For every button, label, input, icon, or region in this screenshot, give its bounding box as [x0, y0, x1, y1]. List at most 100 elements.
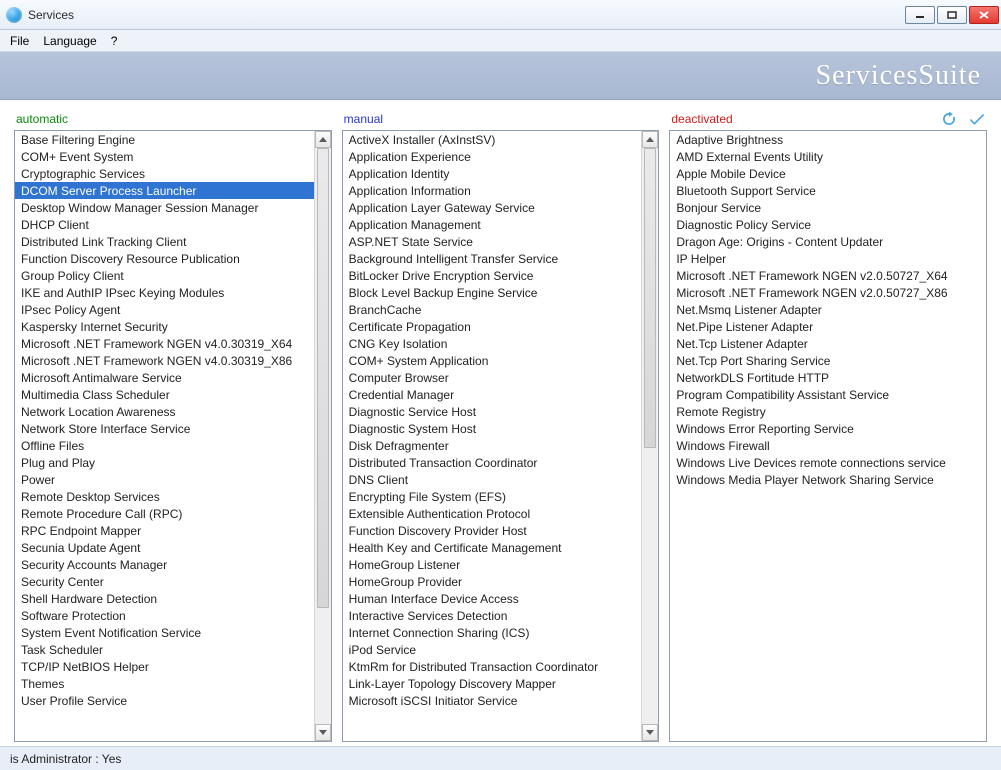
list-item[interactable]: Bonjour Service: [670, 199, 986, 216]
list-item[interactable]: Distributed Transaction Coordinator: [343, 454, 642, 471]
close-button[interactable]: [969, 6, 999, 24]
scroll-thumb[interactable]: [317, 148, 329, 608]
list-item[interactable]: Function Discovery Resource Publication: [15, 250, 314, 267]
list-item[interactable]: Net.Pipe Listener Adapter: [670, 318, 986, 335]
list-item[interactable]: NetworkDLS Fortitude HTTP: [670, 369, 986, 386]
list-item[interactable]: CNG Key Isolation: [343, 335, 642, 352]
apply-check-icon[interactable]: [967, 109, 987, 129]
list-item[interactable]: BitLocker Drive Encryption Service: [343, 267, 642, 284]
scroll-track[interactable]: [642, 148, 658, 724]
menu-language[interactable]: Language: [43, 34, 96, 48]
list-item[interactable]: Remote Registry: [670, 403, 986, 420]
list-item[interactable]: Secunia Update Agent: [15, 539, 314, 556]
list-item[interactable]: Net.Tcp Listener Adapter: [670, 335, 986, 352]
list-item[interactable]: Plug and Play: [15, 454, 314, 471]
refresh-icon[interactable]: [939, 109, 959, 129]
list-item[interactable]: Diagnostic Policy Service: [670, 216, 986, 233]
list-item[interactable]: Computer Browser: [343, 369, 642, 386]
list-item[interactable]: Diagnostic System Host: [343, 420, 642, 437]
list-item[interactable]: COM+ Event System: [15, 148, 314, 165]
list-item[interactable]: AMD External Events Utility: [670, 148, 986, 165]
list-item[interactable]: Internet Connection Sharing (ICS): [343, 624, 642, 641]
list-item[interactable]: Encrypting File System (EFS): [343, 488, 642, 505]
scrollbar-manual[interactable]: [641, 131, 658, 741]
list-item[interactable]: User Profile Service: [15, 692, 314, 709]
list-item[interactable]: Application Identity: [343, 165, 642, 182]
list-item[interactable]: Background Intelligent Transfer Service: [343, 250, 642, 267]
list-item[interactable]: Offline Files: [15, 437, 314, 454]
list-item[interactable]: Net.Msmq Listener Adapter: [670, 301, 986, 318]
list-item[interactable]: Network Location Awareness: [15, 403, 314, 420]
scrollbar-automatic[interactable]: [314, 131, 331, 741]
list-item[interactable]: Certificate Propagation: [343, 318, 642, 335]
list-item[interactable]: HomeGroup Provider: [343, 573, 642, 590]
list-item[interactable]: Block Level Backup Engine Service: [343, 284, 642, 301]
list-item[interactable]: Distributed Link Tracking Client: [15, 233, 314, 250]
maximize-button[interactable]: [937, 6, 967, 24]
list-item[interactable]: IP Helper: [670, 250, 986, 267]
list-item[interactable]: Application Layer Gateway Service: [343, 199, 642, 216]
list-item[interactable]: DNS Client: [343, 471, 642, 488]
list-item[interactable]: Microsoft .NET Framework NGEN v2.0.50727…: [670, 284, 986, 301]
list-item[interactable]: Application Information: [343, 182, 642, 199]
list-item[interactable]: Extensible Authentication Protocol: [343, 505, 642, 522]
list-item[interactable]: Function Discovery Provider Host: [343, 522, 642, 539]
list-item[interactable]: BranchCache: [343, 301, 642, 318]
list-item[interactable]: Remote Desktop Services: [15, 488, 314, 505]
list-item[interactable]: System Event Notification Service: [15, 624, 314, 641]
list-item[interactable]: Security Accounts Manager: [15, 556, 314, 573]
scroll-down-icon[interactable]: [315, 724, 331, 741]
list-item[interactable]: Microsoft iSCSI Initiator Service: [343, 692, 642, 709]
list-item[interactable]: DHCP Client: [15, 216, 314, 233]
list-item[interactable]: Base Filtering Engine: [15, 131, 314, 148]
list-item[interactable]: HomeGroup Listener: [343, 556, 642, 573]
list-item[interactable]: Net.Tcp Port Sharing Service: [670, 352, 986, 369]
list-item[interactable]: Program Compatibility Assistant Service: [670, 386, 986, 403]
list-item[interactable]: Dragon Age: Origins - Content Updater: [670, 233, 986, 250]
list-item[interactable]: iPod Service: [343, 641, 642, 658]
list-item[interactable]: Apple Mobile Device: [670, 165, 986, 182]
list-item[interactable]: Network Store Interface Service: [15, 420, 314, 437]
scroll-thumb[interactable]: [644, 148, 656, 448]
list-item[interactable]: Windows Live Devices remote connections …: [670, 454, 986, 471]
list-item[interactable]: ASP.NET State Service: [343, 233, 642, 250]
list-item[interactable]: Health Key and Certificate Management: [343, 539, 642, 556]
list-item[interactable]: Cryptographic Services: [15, 165, 314, 182]
list-item[interactable]: Human Interface Device Access: [343, 590, 642, 607]
listbox-deactivated[interactable]: Adaptive BrightnessAMD External Events U…: [669, 130, 987, 742]
list-item[interactable]: Remote Procedure Call (RPC): [15, 505, 314, 522]
list-item[interactable]: Multimedia Class Scheduler: [15, 386, 314, 403]
list-item[interactable]: Diagnostic Service Host: [343, 403, 642, 420]
list-item[interactable]: Link-Layer Topology Discovery Mapper: [343, 675, 642, 692]
list-item[interactable]: Disk Defragmenter: [343, 437, 642, 454]
list-item[interactable]: Bluetooth Support Service: [670, 182, 986, 199]
list-item[interactable]: Themes: [15, 675, 314, 692]
listbox-manual[interactable]: ActiveX Installer (AxInstSV)Application …: [342, 130, 660, 742]
list-item[interactable]: Microsoft .NET Framework NGEN v4.0.30319…: [15, 352, 314, 369]
list-item[interactable]: Desktop Window Manager Session Manager: [15, 199, 314, 216]
scroll-up-icon[interactable]: [315, 131, 331, 148]
list-item[interactable]: Windows Media Player Network Sharing Ser…: [670, 471, 986, 488]
scroll-up-icon[interactable]: [642, 131, 658, 148]
list-item[interactable]: IPsec Policy Agent: [15, 301, 314, 318]
list-item[interactable]: KtmRm for Distributed Transaction Coordi…: [343, 658, 642, 675]
list-item[interactable]: Group Policy Client: [15, 267, 314, 284]
list-item[interactable]: Kaspersky Internet Security: [15, 318, 314, 335]
list-item[interactable]: Security Center: [15, 573, 314, 590]
list-item[interactable]: Interactive Services Detection: [343, 607, 642, 624]
list-item[interactable]: Windows Error Reporting Service: [670, 420, 986, 437]
list-item[interactable]: Adaptive Brightness: [670, 131, 986, 148]
list-item[interactable]: Task Scheduler: [15, 641, 314, 658]
list-item[interactable]: Microsoft .NET Framework NGEN v4.0.30319…: [15, 335, 314, 352]
list-item[interactable]: Shell Hardware Detection: [15, 590, 314, 607]
menu-help[interactable]: ?: [111, 34, 118, 48]
list-item[interactable]: Application Experience: [343, 148, 642, 165]
list-item[interactable]: Microsoft .NET Framework NGEN v2.0.50727…: [670, 267, 986, 284]
list-item[interactable]: DCOM Server Process Launcher: [15, 182, 314, 199]
list-item[interactable]: Credential Manager: [343, 386, 642, 403]
list-item[interactable]: Power: [15, 471, 314, 488]
list-item[interactable]: RPC Endpoint Mapper: [15, 522, 314, 539]
listbox-automatic[interactable]: Base Filtering EngineCOM+ Event SystemCr…: [14, 130, 332, 742]
scroll-down-icon[interactable]: [642, 724, 658, 741]
list-item[interactable]: Application Management: [343, 216, 642, 233]
